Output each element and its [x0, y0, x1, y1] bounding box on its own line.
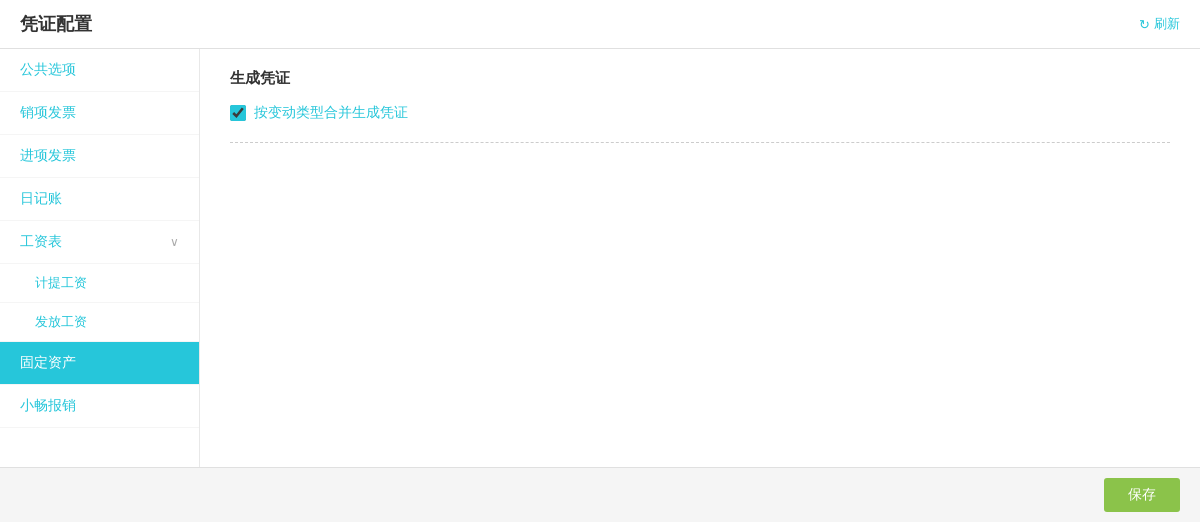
section-divider [230, 142, 1170, 143]
sidebar-item-label: 日记账 [20, 190, 62, 206]
checkbox-row: 按变动类型合并生成凭证 [230, 104, 1170, 122]
sidebar-item-label: 计提工资 [35, 275, 87, 290]
sidebar: 公共选项销项发票进项发票日记账工资表 ∨ 计提工资发放工资固定资产小畅报销 [0, 49, 200, 467]
page-wrapper: 凭证配置 ↻ 刷新 公共选项销项发票进项发票日记账工资表 ∨ 计提工资发放工资固定资… [0, 0, 1200, 522]
save-button[interactable]: 保存 [1104, 478, 1180, 512]
main-content: 生成凭证 按变动类型合并生成凭证 [200, 49, 1200, 467]
merge-by-type-checkbox[interactable] [230, 105, 246, 121]
header: 凭证配置 ↻ 刷新 [0, 0, 1200, 49]
body-wrapper: 公共选项销项发票进项发票日记账工资表 ∨ 计提工资发放工资固定资产小畅报销 生成凭证… [0, 49, 1200, 467]
chevron-down-icon: ∨ [170, 235, 179, 249]
sidebar-item-public-options[interactable]: 公共选项 [0, 49, 199, 92]
sidebar-item-purchase-invoice[interactable]: 进项发票 [0, 135, 199, 178]
footer: 保存 [0, 467, 1200, 522]
refresh-button[interactable]: ↻ 刷新 [1139, 15, 1180, 33]
sidebar-item-label: 工资表 [20, 233, 62, 251]
sidebar-item-sales-invoice[interactable]: 销项发票 [0, 92, 199, 135]
section-title: 生成凭证 [230, 69, 1170, 88]
sidebar-item-label: 小畅报销 [20, 397, 76, 413]
sidebar-item-salary-accrual[interactable]: 计提工资 [0, 264, 199, 303]
sidebar-item-label: 公共选项 [20, 61, 76, 77]
sidebar-item-label: 发放工资 [35, 314, 87, 329]
sidebar-item-fixed-assets[interactable]: 固定资产 [0, 342, 199, 385]
sidebar-item-payroll-table[interactable]: 工资表 ∨ [0, 221, 199, 264]
sidebar-item-journal[interactable]: 日记账 [0, 178, 199, 221]
checkbox-label[interactable]: 按变动类型合并生成凭证 [254, 104, 408, 122]
sidebar-item-label: 进项发票 [20, 147, 76, 163]
sidebar-item-label: 固定资产 [20, 354, 76, 370]
sidebar-item-label: 销项发票 [20, 104, 76, 120]
sidebar-item-petty-expense[interactable]: 小畅报销 [0, 385, 199, 428]
refresh-label: 刷新 [1154, 15, 1180, 33]
sidebar-item-salary-payment[interactable]: 发放工资 [0, 303, 199, 342]
refresh-icon: ↻ [1139, 17, 1150, 32]
page-title: 凭证配置 [20, 12, 92, 36]
